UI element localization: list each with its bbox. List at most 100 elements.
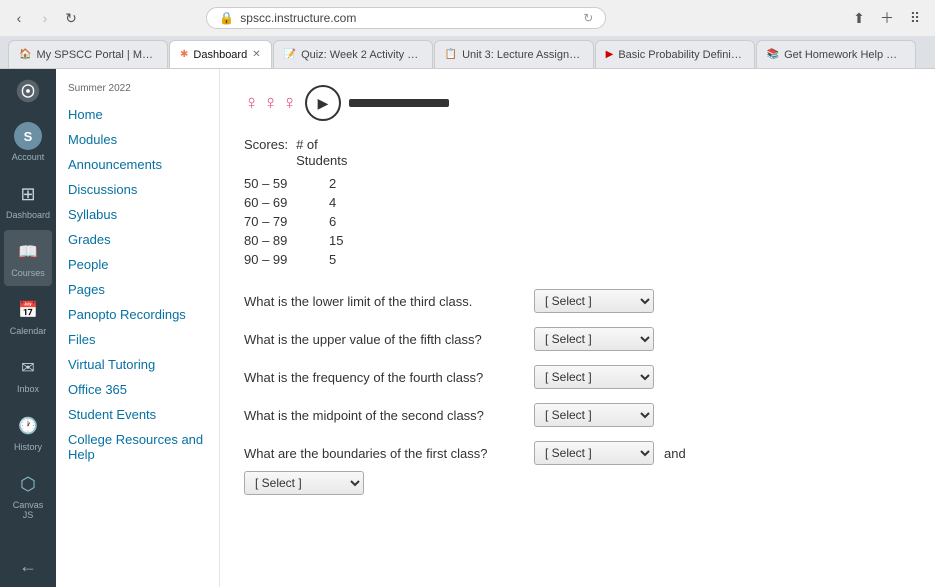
- tab-probability[interactable]: ▶ Basic Probability Definitions – Y...: [595, 40, 755, 68]
- inbox-icon: ✉: [14, 354, 42, 382]
- canvas-nav-item-account[interactable]: S Account: [4, 114, 52, 170]
- canvas-nav-item-calendar[interactable]: 📅 Calendar: [4, 288, 52, 344]
- canvas-nav-item-courses[interactable]: 📖 Courses: [4, 230, 52, 286]
- canvas-nav: S Account ⊞ Dashboard 📖 Courses 📅 Calend…: [0, 69, 56, 587]
- tab-favicon-quiz: 📝: [284, 49, 296, 60]
- tab-close-dashboard[interactable]: ✕: [252, 49, 260, 60]
- browser-actions: ⬆ ＋ ⠿: [847, 6, 927, 30]
- score-row-2: 60 – 69 4: [244, 193, 911, 212]
- tab-favicon-unit3: 📋: [445, 49, 457, 60]
- nav-label-calendar: Calendar: [10, 326, 47, 336]
- sidebar-item-home[interactable]: Home: [56, 102, 219, 127]
- score-count-2: 4: [329, 195, 349, 210]
- canvas-nav-item-history[interactable]: 🕐 History: [4, 404, 52, 460]
- account-icon: S: [14, 122, 42, 150]
- question-5-select-2[interactable]: [ Select ] 49.559.5: [244, 471, 364, 495]
- address-url: spscc.instructure.com: [240, 11, 356, 25]
- scores-label: Scores:: [244, 137, 288, 168]
- dashboard-icon: ⊞: [14, 180, 42, 208]
- canvas-nav-item-inbox[interactable]: ✉ Inbox: [4, 346, 52, 402]
- add-tab-button[interactable]: ＋: [875, 6, 899, 30]
- address-bar[interactable]: 🔒 spscc.instructure.com ↻: [206, 7, 606, 29]
- tab-favicon-my-spscc: 🏠: [19, 49, 31, 60]
- sidebar-item-office365[interactable]: Office 365: [56, 377, 219, 402]
- score-row-5: 90 – 99 5: [244, 250, 911, 269]
- sidebar-item-announcements[interactable]: Announcements: [56, 152, 219, 177]
- score-count-1: 2: [329, 176, 349, 191]
- scores-section: Scores: # ofStudents 50 – 59 2 60 – 69 4…: [244, 137, 911, 269]
- question-3-select[interactable]: [ Select ] 246155: [534, 365, 654, 389]
- calendar-icon: 📅: [14, 296, 42, 324]
- score-range-2: 60 – 69: [244, 195, 299, 210]
- stick-figure-3: ♀: [282, 92, 297, 115]
- tab-unit3[interactable]: 📋 Unit 3: Lecture Assignment: MA...: [434, 40, 594, 68]
- question-text-3: What is the frequency of the fourth clas…: [244, 370, 524, 385]
- question-4-select[interactable]: [ Select ] 54.564.574.584.594.5: [534, 403, 654, 427]
- lock-icon: 🔒: [219, 11, 234, 25]
- video-area: ♀ ♀ ♀ ▶: [244, 85, 911, 121]
- play-button[interactable]: ▶: [305, 85, 341, 121]
- score-count-4: 15: [329, 233, 349, 248]
- tab-favicon-dashboard: ✱: [180, 49, 188, 60]
- question-row-2: What is the upper value of the fifth cla…: [244, 327, 911, 351]
- tab-favicon-probability: ▶: [606, 49, 614, 60]
- refresh-icon: ↻: [583, 11, 593, 25]
- nav-back-button[interactable]: ‹: [8, 7, 30, 29]
- score-count-5: 5: [329, 252, 349, 267]
- extensions-button[interactable]: ⠿: [903, 6, 927, 30]
- sidebar-item-files[interactable]: Files: [56, 327, 219, 352]
- nav-label-canvasjs: Canvas JS: [8, 500, 48, 520]
- tab-homework[interactable]: 📚 Get Homework Help With Cheg...: [756, 40, 916, 68]
- tab-quiz[interactable]: 📝 Quiz: Week 2 Activity - Frequ...: [273, 40, 433, 68]
- tab-label-my-spscc: My SPSCC Portal | My SPSCC: [36, 49, 157, 61]
- score-range-1: 50 – 59: [244, 176, 299, 191]
- nav-label-inbox: Inbox: [17, 384, 39, 394]
- sidebar-item-syllabus[interactable]: Syllabus: [56, 202, 219, 227]
- question-5-connector: and: [664, 446, 686, 461]
- browser-chrome: ‹ › ↻ 🔒 spscc.instructure.com ↻ ⬆ ＋ ⠿ 🏠 …: [0, 0, 935, 69]
- sidebar-item-modules[interactable]: Modules: [56, 127, 219, 152]
- tab-label-homework: Get Homework Help With Cheg...: [784, 49, 905, 61]
- nav-label-account: Account: [12, 152, 45, 162]
- back-arrow-button[interactable]: ←: [4, 546, 52, 587]
- question-text-1: What is the lower limit of the third cla…: [244, 294, 524, 309]
- sidebar-item-discussions[interactable]: Discussions: [56, 177, 219, 202]
- tab-dashboard[interactable]: ✱ Dashboard ✕: [169, 40, 272, 68]
- sidebar-item-student-events[interactable]: Student Events: [56, 402, 219, 427]
- sidebar-item-people[interactable]: People: [56, 252, 219, 277]
- share-button[interactable]: ⬆: [847, 6, 871, 30]
- score-row-3: 70 – 79 6: [244, 212, 911, 231]
- tab-label-probability: Basic Probability Definitions – Y...: [618, 49, 743, 61]
- canvas-nav-item-canvasjs[interactable]: ⬡ Canvas JS: [4, 462, 52, 528]
- progress-bar: [349, 99, 449, 107]
- tab-label-quiz: Quiz: Week 2 Activity - Frequ...: [301, 49, 422, 61]
- course-sidebar: Summer 2022 Home Modules Announcements D…: [56, 69, 220, 587]
- nav-forward-button[interactable]: ›: [34, 7, 56, 29]
- browser-tabs: 🏠 My SPSCC Portal | My SPSCC ✱ Dashboard…: [0, 36, 935, 68]
- question-1-select[interactable]: [ Select ] 5060708090: [534, 289, 654, 313]
- question-row-5: What are the boundaries of the first cla…: [244, 441, 911, 465]
- stick-figures: ♀ ♀ ♀: [244, 92, 297, 115]
- nav-label-history: History: [14, 442, 42, 452]
- tab-my-spscc[interactable]: 🏠 My SPSCC Portal | My SPSCC: [8, 40, 168, 68]
- nav-label-dashboard: Dashboard: [6, 210, 50, 220]
- nav-label-courses: Courses: [11, 268, 45, 278]
- sidebar-item-pages[interactable]: Pages: [56, 277, 219, 302]
- sidebar-item-grades[interactable]: Grades: [56, 227, 219, 252]
- question-text-5: What are the boundaries of the first cla…: [244, 446, 524, 461]
- nav-refresh-button[interactable]: ↻: [60, 7, 82, 29]
- sidebar-item-college-resources[interactable]: College Resources and Help: [56, 427, 219, 467]
- question-5-select-1[interactable]: [ Select ] 49.559.5: [534, 441, 654, 465]
- canvas-nav-item-dashboard[interactable]: ⊞ Dashboard: [4, 172, 52, 228]
- history-icon: 🕐: [14, 412, 42, 440]
- canvasjs-icon: ⬡: [14, 470, 42, 498]
- question-2-select[interactable]: [ Select ] 5969798999: [534, 327, 654, 351]
- stick-figure-2: ♀: [263, 92, 278, 115]
- score-range-4: 80 – 89: [244, 233, 299, 248]
- score-row-4: 80 – 89 15: [244, 231, 911, 250]
- tab-label-unit3: Unit 3: Lecture Assignment: MA...: [462, 49, 583, 61]
- sidebar-item-tutoring[interactable]: Virtual Tutoring: [56, 352, 219, 377]
- sidebar-item-panopto[interactable]: Panopto Recordings: [56, 302, 219, 327]
- course-term: Summer 2022: [56, 79, 219, 102]
- main-content: ♀ ♀ ♀ ▶ Scores: # ofStudents 50 – 59 2: [220, 69, 935, 587]
